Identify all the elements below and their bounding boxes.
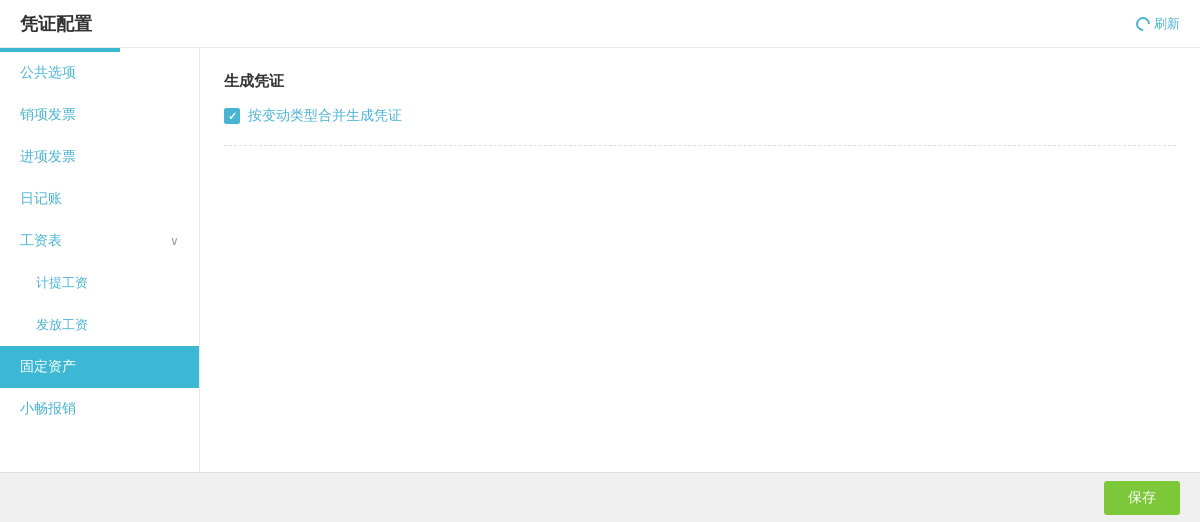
section-divider <box>224 145 1176 146</box>
sidebar-item-label: 计提工资 <box>36 274 88 292</box>
sidebar-item-label: 公共选项 <box>20 64 76 82</box>
sidebar-item-sales-invoice[interactable]: 销项发票 <box>0 94 199 136</box>
sidebar-item-purchase-invoice[interactable]: 进项发票 <box>0 136 199 178</box>
sidebar-item-label: 日记账 <box>20 190 62 208</box>
merge-by-type-checkbox[interactable] <box>224 108 240 124</box>
refresh-label: 刷新 <box>1154 15 1180 33</box>
sidebar-item-label: 小畅报销 <box>20 400 76 418</box>
sidebar-item-label: 固定资产 <box>20 358 76 376</box>
sidebar-item-issue-payroll[interactable]: 发放工资 <box>0 304 199 346</box>
sidebar-item-commission-payroll[interactable]: 计提工资 <box>0 262 199 304</box>
main-content: 生成凭证 按变动类型合并生成凭证 <box>200 48 1200 472</box>
header: 凭证配置 刷新 <box>0 0 1200 48</box>
chevron-down-icon: ∨ <box>170 234 179 248</box>
sidebar-item-journal[interactable]: 日记账 <box>0 178 199 220</box>
sidebar-item-label: 发放工资 <box>36 316 88 334</box>
body: 公共选项销项发票进项发票日记账工资表 ∨ 计提工资发放工资固定资产小畅报销 生成凭证… <box>0 48 1200 472</box>
sidebar-item-petty-expense[interactable]: 小畅报销 <box>0 388 199 430</box>
sidebar: 公共选项销项发票进项发票日记账工资表 ∨ 计提工资发放工资固定资产小畅报销 <box>0 48 200 472</box>
refresh-icon <box>1133 14 1153 34</box>
save-button[interactable]: 保存 <box>1104 481 1180 515</box>
footer: 保存 <box>0 472 1200 522</box>
merge-by-type-label[interactable]: 按变动类型合并生成凭证 <box>248 107 402 125</box>
sidebar-item-public-options[interactable]: 公共选项 <box>0 52 199 94</box>
sidebar-item-label: 销项发票 <box>20 106 76 124</box>
page-title: 凭证配置 <box>20 12 92 36</box>
sidebar-item-label: 工资表 <box>20 232 62 250</box>
sidebar-item-payroll-table[interactable]: 工资表 ∨ <box>0 220 199 262</box>
checkbox-row[interactable]: 按变动类型合并生成凭证 <box>224 107 1176 125</box>
section-title: 生成凭证 <box>224 72 1176 91</box>
sidebar-item-label: 进项发票 <box>20 148 76 166</box>
refresh-button[interactable]: 刷新 <box>1136 15 1180 33</box>
sidebar-item-fixed-assets[interactable]: 固定资产 <box>0 346 199 388</box>
